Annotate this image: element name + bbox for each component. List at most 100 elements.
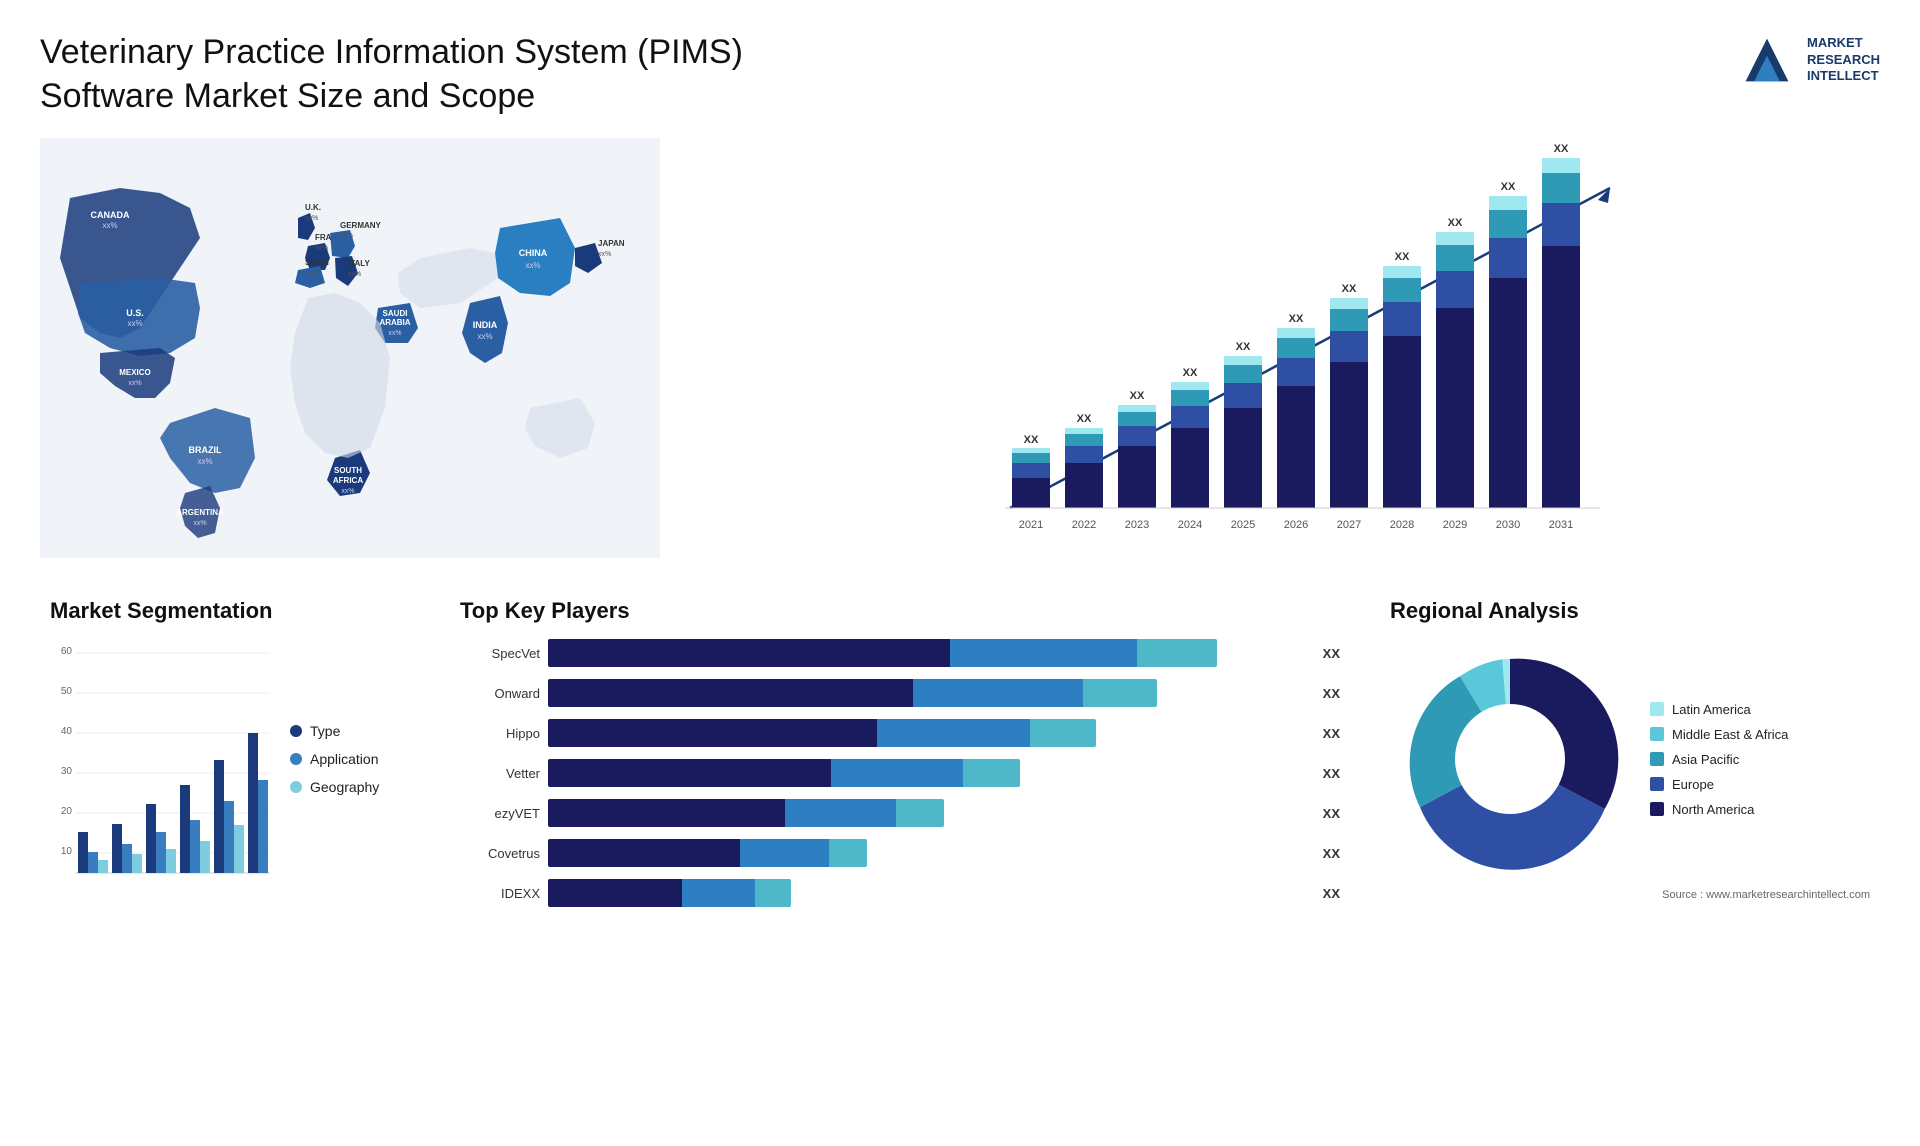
logo-icon: [1737, 30, 1797, 90]
svg-text:XX: XX: [1448, 217, 1463, 229]
svg-text:2024: 2024: [185, 878, 205, 879]
svg-text:CANADA: CANADA: [91, 210, 130, 220]
svg-text:60: 60: [61, 646, 73, 657]
svg-text:XX: XX: [1342, 283, 1357, 295]
svg-text:2021: 2021: [1019, 519, 1043, 531]
bottom-row: Market Segmentation 60 50 40 30 20 10: [40, 588, 1880, 929]
legend-middle-east: Middle East & Africa: [1650, 727, 1788, 742]
legend-color-asia-pacific: [1650, 752, 1664, 766]
legend-latin-america: Latin America: [1650, 702, 1788, 717]
legend-geography: Geography: [290, 779, 379, 795]
legend-text-latin-america: Latin America: [1672, 702, 1751, 717]
player-name-onward: Onward: [460, 686, 540, 701]
key-players-title: Top Key Players: [460, 598, 1340, 624]
regional-section: Regional Analysis: [1380, 588, 1880, 929]
svg-text:xx%: xx%: [127, 319, 142, 328]
svg-text:2026: 2026: [1284, 519, 1308, 531]
svg-text:2028: 2028: [1390, 519, 1414, 531]
donut-container: Latin America Middle East & Africa Asia …: [1390, 639, 1870, 879]
svg-text:JAPAN: JAPAN: [598, 239, 625, 248]
player-list: SpecVet XX Onward: [460, 639, 1340, 907]
legend-color-middle-east: [1650, 727, 1664, 741]
svg-text:xx%: xx%: [341, 488, 354, 495]
svg-text:2026: 2026: [253, 878, 270, 879]
world-map: CANADA xx% U.S. xx% MEXICO xx% BRAZIL xx…: [40, 138, 660, 558]
svg-text:2030: 2030: [1496, 519, 1520, 531]
legend-asia-pacific: Asia Pacific: [1650, 752, 1788, 767]
player-label-vetter: XX: [1323, 766, 1340, 781]
svg-text:BRAZIL: BRAZIL: [189, 445, 222, 455]
player-name-ezyvet: ezyVET: [460, 806, 540, 821]
svg-text:40: 40: [61, 726, 73, 737]
legend-color-north-america: [1650, 802, 1664, 816]
svg-text:XX: XX: [1395, 251, 1410, 263]
svg-text:xx%: xx%: [305, 215, 318, 222]
svg-text:U.K.: U.K.: [305, 203, 321, 212]
svg-text:xx%: xx%: [305, 270, 318, 277]
svg-text:XX: XX: [1501, 181, 1516, 193]
legend-color-latin-america: [1650, 702, 1664, 716]
svg-text:2031: 2031: [1549, 519, 1573, 531]
logo-text: MARKETRESEARCHINTELLECT: [1807, 35, 1880, 86]
player-row-covetrus: Covetrus XX: [460, 839, 1340, 867]
player-bar-idexx: [548, 879, 1309, 907]
source-text: Source : www.marketresearchintellect.com: [1390, 889, 1870, 901]
regional-title: Regional Analysis: [1390, 598, 1870, 624]
svg-text:2024: 2024: [1178, 519, 1202, 531]
page-header: Veterinary Practice Information System (…: [40, 30, 1880, 118]
svg-text:ARABIA: ARABIA: [379, 318, 410, 327]
donut-chart: [1390, 639, 1630, 879]
player-bar-ezyvet: [548, 799, 1309, 827]
svg-text:xx%: xx%: [315, 245, 328, 252]
svg-text:U.S.: U.S.: [126, 308, 144, 318]
logo-area: MARKETRESEARCHINTELLECT: [1737, 30, 1880, 90]
legend-dot-application: [290, 753, 302, 765]
legend-color-europe: [1650, 777, 1664, 791]
legend-text-north-america: North America: [1672, 802, 1754, 817]
svg-text:INDIA: INDIA: [473, 320, 498, 330]
svg-text:XX: XX: [1289, 313, 1304, 325]
svg-text:XX: XX: [1554, 143, 1569, 155]
svg-text:xx%: xx%: [102, 221, 117, 230]
page-title: Veterinary Practice Information System (…: [40, 30, 840, 118]
svg-text:xx%: xx%: [348, 271, 361, 278]
player-row-hippo: Hippo XX: [460, 719, 1340, 747]
player-row-specvet: SpecVet XX: [460, 639, 1340, 667]
player-label-idexx: XX: [1323, 886, 1340, 901]
map-section: CANADA xx% U.S. xx% MEXICO xx% BRAZIL xx…: [40, 138, 660, 558]
svg-text:XX: XX: [1130, 390, 1145, 402]
svg-text:2022: 2022: [117, 878, 137, 879]
growth-chart: XX 2021 XX 2022 XX 2023 XX 2024: [700, 138, 1880, 558]
legend-label-application: Application: [310, 751, 379, 767]
growth-chart-section: XX 2021 XX 2022 XX 2023 XX 2024: [680, 138, 1880, 558]
legend-text-europe: Europe: [1672, 777, 1714, 792]
seg-svg: 60 50 40 30 20 10: [50, 639, 270, 879]
player-name-covetrus: Covetrus: [460, 846, 540, 861]
player-label-onward: XX: [1323, 686, 1340, 701]
svg-text:XX: XX: [1077, 413, 1092, 425]
legend-label-geography: Geography: [310, 779, 379, 795]
svg-text:XX: XX: [1183, 367, 1198, 379]
svg-text:2027: 2027: [1337, 519, 1361, 531]
player-name-vetter: Vetter: [460, 766, 540, 781]
legend-type: Type: [290, 723, 379, 739]
player-bar-hippo: [548, 719, 1309, 747]
svg-text:xx%: xx%: [598, 251, 611, 258]
svg-text:30: 30: [61, 766, 73, 777]
svg-text:GERMANY: GERMANY: [340, 221, 382, 230]
svg-text:20: 20: [61, 806, 73, 817]
svg-text:XX: XX: [1236, 341, 1251, 353]
player-row-ezyvet: ezyVET XX: [460, 799, 1340, 827]
player-name-specvet: SpecVet: [460, 646, 540, 661]
svg-text:ARGENTINA: ARGENTINA: [176, 508, 224, 517]
player-bar-covetrus: [548, 839, 1309, 867]
player-label-covetrus: XX: [1323, 846, 1340, 861]
svg-text:xx%: xx%: [388, 330, 401, 337]
svg-text:2023: 2023: [151, 878, 171, 879]
main-grid: CANADA xx% U.S. xx% MEXICO xx% BRAZIL xx…: [40, 138, 1880, 929]
player-bar-vetter: [548, 759, 1309, 787]
svg-text:MEXICO: MEXICO: [119, 368, 151, 377]
segmentation-chart-container: 60 50 40 30 20 10: [50, 639, 410, 879]
player-label-specvet: XX: [1323, 646, 1340, 661]
player-bar-onward: [548, 679, 1309, 707]
